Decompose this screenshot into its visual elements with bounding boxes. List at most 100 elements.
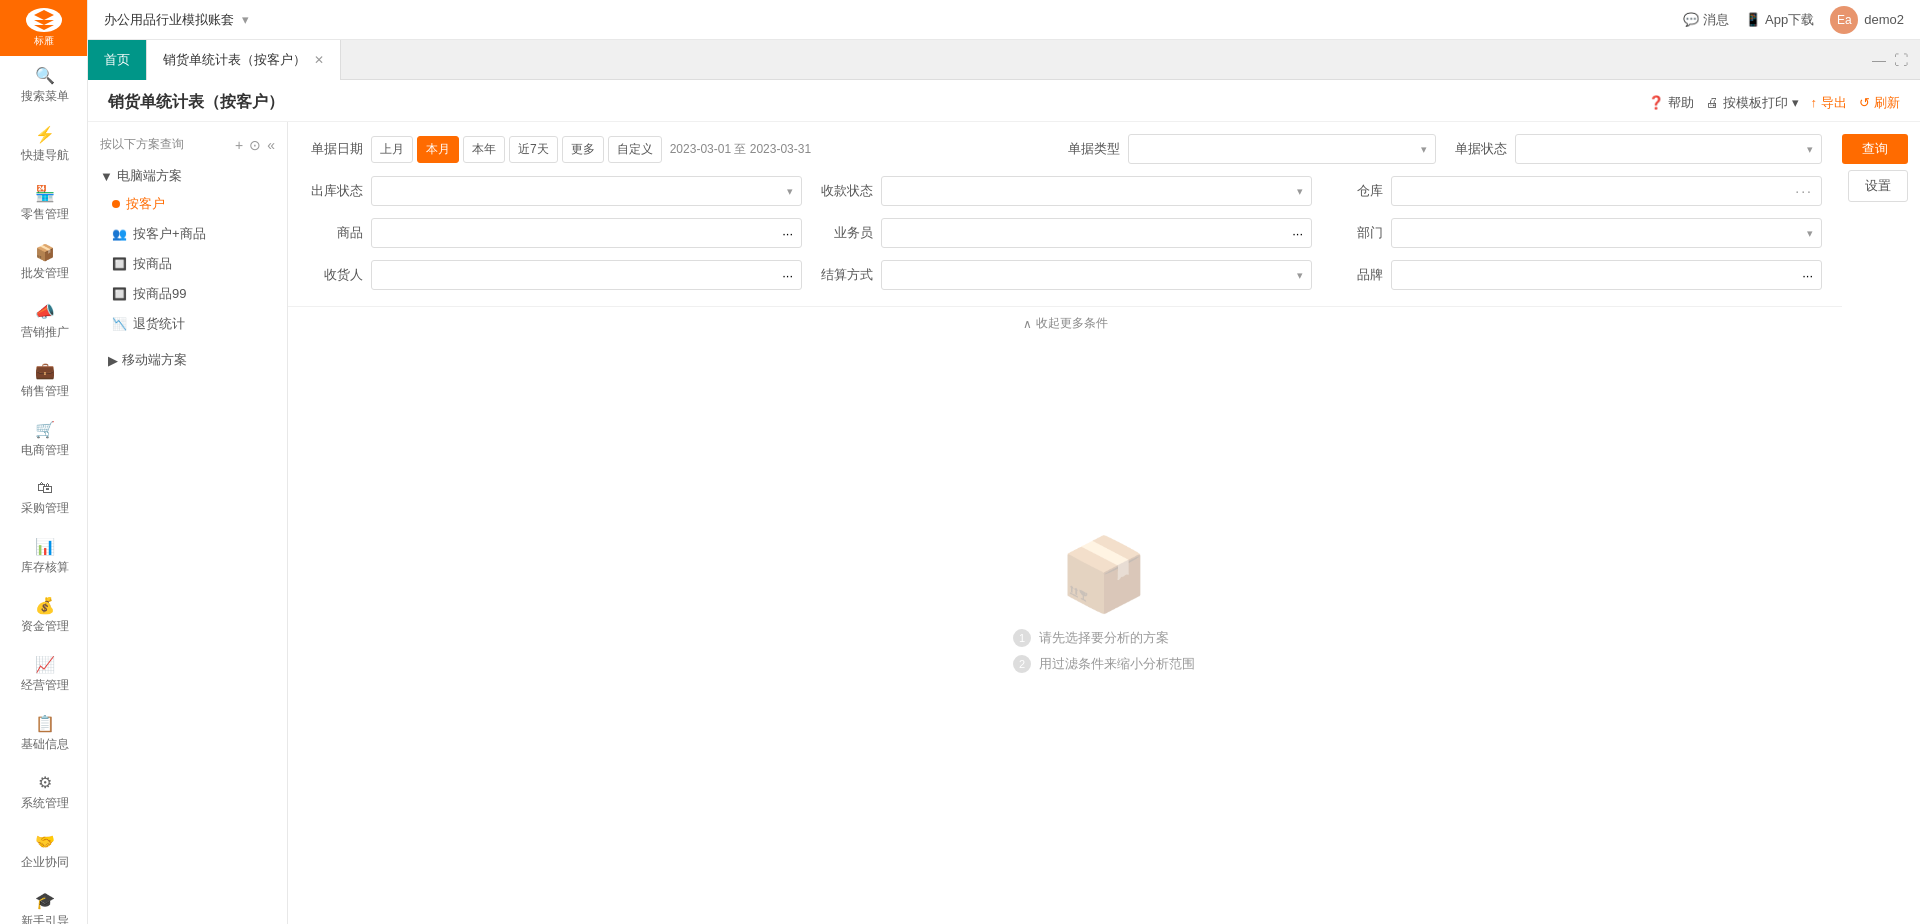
- scheme-item-by-customer[interactable]: 按客户: [88, 189, 287, 219]
- export-btn[interactable]: ↑ 导出: [1811, 94, 1848, 112]
- warehouse-select[interactable]: ···: [1391, 176, 1822, 206]
- sidebar-item-finance[interactable]: 💰 资金管理: [0, 586, 87, 645]
- sidebar-item-label: 企业协同: [21, 854, 69, 871]
- out-status-label: 出库状态: [308, 182, 363, 200]
- payment-select[interactable]: ▾: [881, 260, 1312, 290]
- out-status-dropdown-icon: ▾: [787, 185, 793, 198]
- sidebar-item-label: 系统管理: [21, 795, 69, 812]
- product-input[interactable]: ···: [371, 218, 802, 248]
- sidebar-item-system[interactable]: ⚙ 系统管理: [0, 763, 87, 822]
- refresh-btn[interactable]: ↺ 刷新: [1859, 94, 1900, 112]
- tab-sales-stat[interactable]: 销货单统计表（按客户） ✕: [147, 40, 341, 80]
- tab-home-label: 首页: [104, 51, 130, 69]
- department-select[interactable]: ▾: [1391, 218, 1822, 248]
- collect-status-label: 收款状态: [818, 182, 873, 200]
- help-icon: ❓: [1648, 95, 1664, 110]
- collapse-label: 收起更多条件: [1036, 315, 1108, 332]
- type-select[interactable]: ▾: [1128, 134, 1436, 164]
- mobile-group-arrow: ▶: [108, 353, 118, 368]
- scheme-item-by-product[interactable]: 🔲 按商品: [88, 249, 287, 279]
- brand-label: 品牌: [1328, 266, 1383, 284]
- finance-icon: 💰: [35, 596, 55, 615]
- sidebar-item-retail[interactable]: 🏪 零售管理: [0, 174, 87, 233]
- product-filter-item: 商品 ···: [308, 218, 802, 248]
- settings-scheme-icon[interactable]: ⊙: [249, 137, 261, 153]
- sidebar-item-operations[interactable]: 📈 经营管理: [0, 645, 87, 704]
- scheme-item-by-product99[interactable]: 🔲 按商品99: [88, 279, 287, 309]
- warehouse-dots: ···: [1795, 183, 1813, 199]
- sidebar-item-ecommerce[interactable]: 🛒 电商管理: [0, 410, 87, 469]
- sidebar-item-sales[interactable]: 💼 销售管理: [0, 351, 87, 410]
- tab-close-icon[interactable]: ✕: [314, 53, 324, 67]
- scheme-item-by-customer-product[interactable]: 👥 按客户+商品: [88, 219, 287, 249]
- query-button[interactable]: 查询: [1842, 134, 1908, 164]
- filter-row-2: 出库状态 ▾ 收款状态: [308, 176, 1822, 206]
- content-body: 按以下方案查询 + ⊙ « ▼ 电脑端方案 按客户: [88, 122, 1920, 924]
- salesperson-input[interactable]: ···: [881, 218, 1312, 248]
- collapse-icon: ∧: [1023, 317, 1032, 331]
- empty-illustration: 📦: [1059, 532, 1149, 617]
- department-dropdown-icon: ▾: [1807, 227, 1813, 240]
- tab-sales-stat-label: 销货单统计表（按客户）: [163, 51, 306, 69]
- desktop-group-label: 电脑端方案: [117, 167, 182, 185]
- empty-hint-1: 1 请先选择要分析的方案: [1013, 629, 1195, 647]
- sidebar-item-inventory[interactable]: 📊 库存核算: [0, 527, 87, 586]
- sidebar-nav: 🔍 搜索菜单 ⚡ 快捷导航 🏪 零售管理 📦 批发管理 📣 营销推广 💼 销售管…: [0, 56, 87, 924]
- date-btn-this-year[interactable]: 本年: [463, 136, 505, 163]
- warehouse-filter-item: 仓库 ···: [1328, 176, 1822, 206]
- scheme-label: 按商品: [133, 255, 172, 273]
- tab-home[interactable]: 首页: [88, 40, 147, 80]
- out-status-select[interactable]: ▾: [371, 176, 802, 206]
- sidebar-item-search[interactable]: 🔍 搜索菜单: [0, 56, 87, 115]
- sidebar-item-label: 新手引导: [21, 913, 69, 924]
- maximize-icon[interactable]: ⛶: [1894, 52, 1908, 68]
- sales-icon: 💼: [35, 361, 55, 380]
- filter-panel-icons: + ⊙ «: [235, 137, 275, 153]
- filter-rows-wrapper: 单据日期 上月 本月 本年 近7天 更多 自定义 2023-03-01 至 20…: [288, 122, 1842, 306]
- desktop-group-arrow: ▼: [100, 169, 113, 184]
- hint-text-1: 请先选择要分析的方案: [1039, 629, 1169, 647]
- wholesale-icon: 📦: [35, 243, 55, 262]
- sidebar-item-purchase[interactable]: 🛍 采购管理: [0, 469, 87, 527]
- customer-product-icon: 👥: [112, 227, 127, 241]
- user-profile-btn[interactable]: Ea demo2: [1830, 6, 1904, 34]
- date-btn-more[interactable]: 更多: [562, 136, 604, 163]
- collect-status-select[interactable]: ▾: [881, 176, 1312, 206]
- date-range: 2023-03-01 至 2023-03-31: [670, 141, 811, 158]
- sidebar-item-marketing[interactable]: 📣 营销推广: [0, 292, 87, 351]
- sidebar-item-enterprise[interactable]: 🤝 企业协同: [0, 822, 87, 881]
- collapse-bar[interactable]: ∧ 收起更多条件: [288, 306, 1842, 340]
- minimize-icon[interactable]: —: [1872, 52, 1886, 68]
- sidebar-item-newbie[interactable]: 🎓 新手引导: [0, 881, 87, 924]
- message-btn[interactable]: 💬 消息: [1683, 11, 1729, 29]
- template-print-btn[interactable]: 🖨 按模板打印 ▾: [1706, 94, 1799, 112]
- dropdown-icon[interactable]: ▾: [242, 12, 249, 27]
- salesperson-label: 业务员: [818, 224, 873, 242]
- date-btn-custom[interactable]: 自定义: [608, 136, 662, 163]
- type-label: 单据类型: [1065, 140, 1120, 158]
- mobile-group-header[interactable]: ▶ 移动端方案: [88, 347, 287, 373]
- page-title: 销货单统计表（按客户）: [108, 92, 284, 113]
- empty-hints: 1 请先选择要分析的方案 2 用过滤条件来缩小分析范围: [1013, 629, 1195, 673]
- desktop-group-header[interactable]: ▼ 电脑端方案: [88, 163, 287, 189]
- app-download-icon: 📱: [1745, 12, 1761, 27]
- brand-input[interactable]: ···: [1391, 260, 1822, 290]
- sidebar-item-quick-nav[interactable]: ⚡ 快捷导航: [0, 115, 87, 174]
- app-download-btn[interactable]: 📱 App下载: [1745, 11, 1814, 29]
- scheme-item-return-stat[interactable]: 📉 退货统计: [88, 309, 287, 339]
- sidebar-item-basic[interactable]: 📋 基础信息: [0, 704, 87, 763]
- date-btn-last-month[interactable]: 上月: [371, 136, 413, 163]
- avatar-initials: Ea: [1837, 13, 1852, 27]
- date-btn-this-month[interactable]: 本月: [417, 136, 459, 163]
- filter-row-1: 单据日期 上月 本月 本年 近7天 更多 自定义 2023-03-01 至 20…: [308, 134, 1822, 164]
- status-select[interactable]: ▾: [1515, 134, 1823, 164]
- right-area: 单据日期 上月 本月 本年 近7天 更多 自定义 2023-03-01 至 20…: [288, 122, 1920, 924]
- product-label: 商品: [308, 224, 363, 242]
- collapse-panel-icon[interactable]: «: [267, 137, 275, 153]
- date-btn-7days[interactable]: 近7天: [509, 136, 558, 163]
- recipient-input[interactable]: ···: [371, 260, 802, 290]
- add-scheme-icon[interactable]: +: [235, 137, 243, 153]
- sidebar-item-wholesale[interactable]: 📦 批发管理: [0, 233, 87, 292]
- help-btn[interactable]: ❓ 帮助: [1648, 94, 1694, 112]
- settings-button[interactable]: 设置: [1848, 170, 1908, 202]
